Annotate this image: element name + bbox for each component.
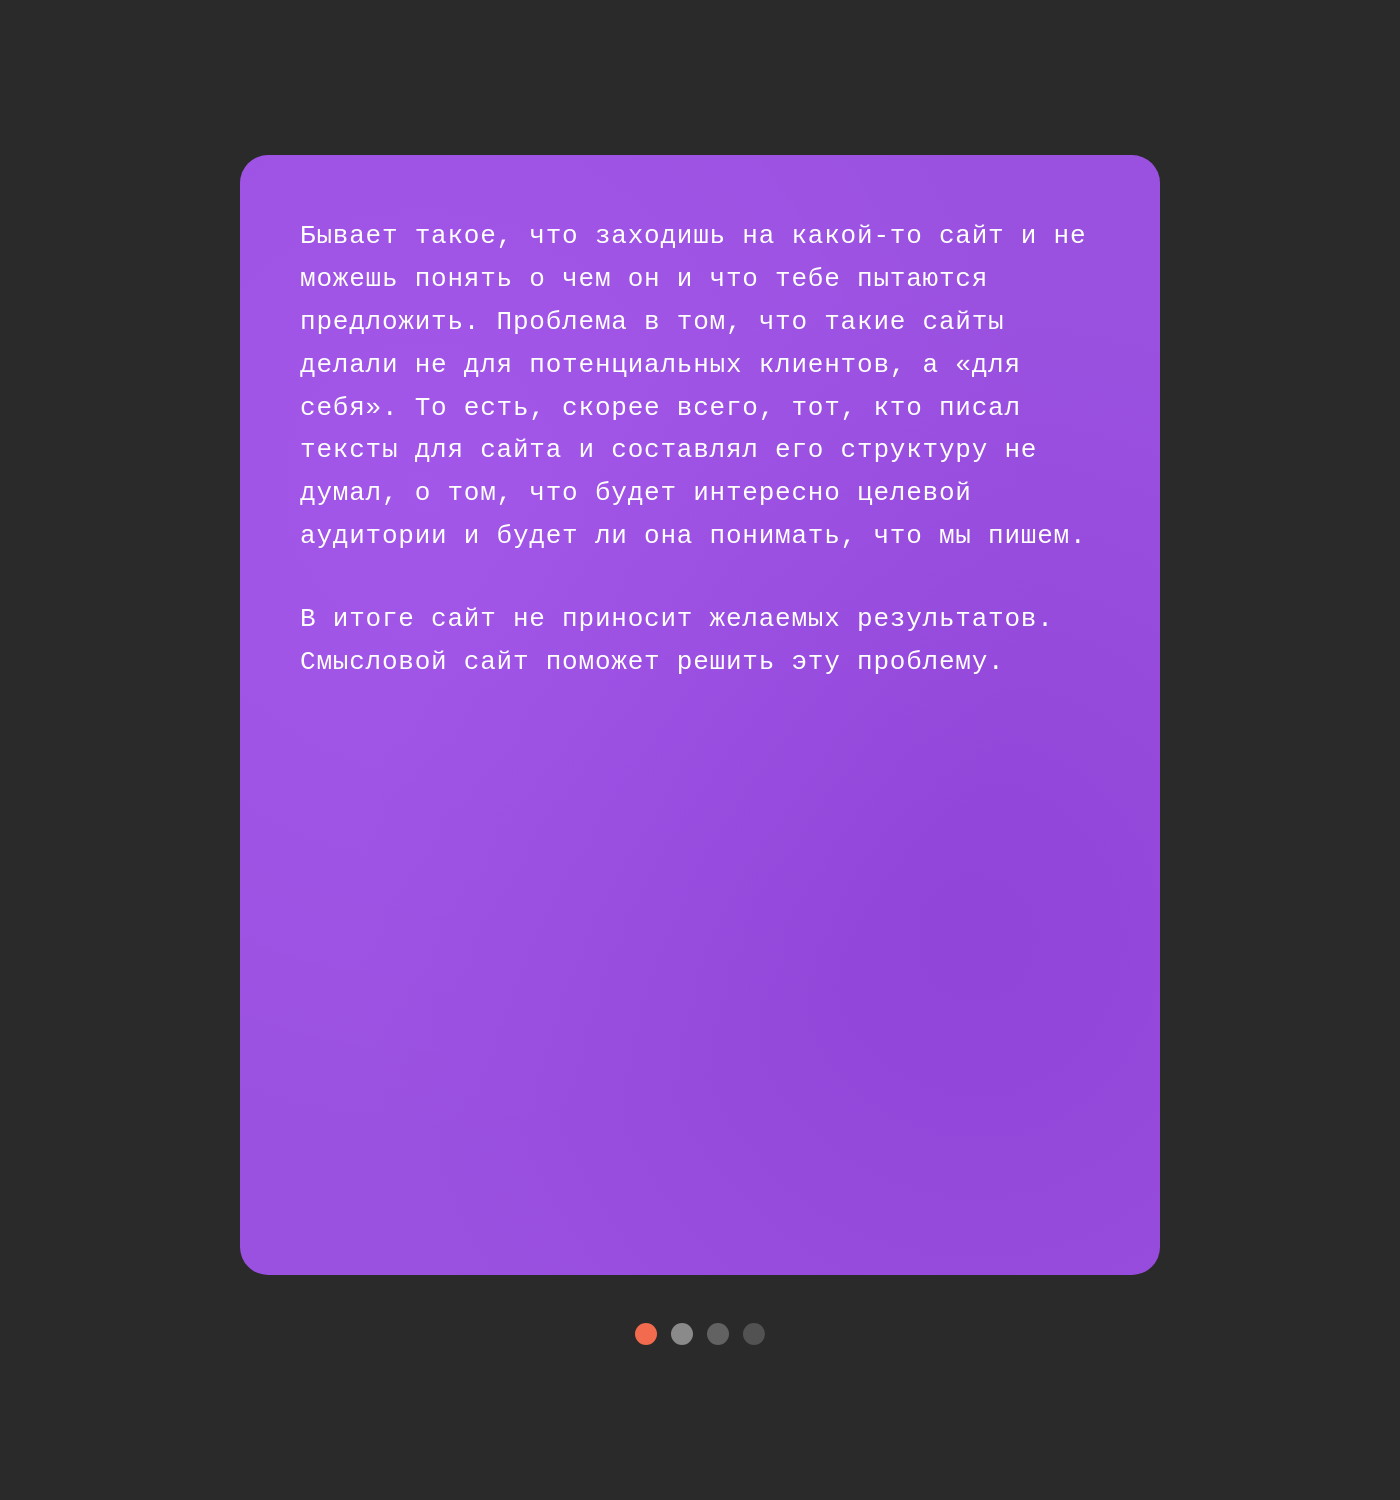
dot-4[interactable]: [743, 1323, 765, 1345]
dot-3[interactable]: [707, 1323, 729, 1345]
dot-2[interactable]: [671, 1323, 693, 1345]
slide-content: Бывает такое, что заходишь на какой-то с…: [300, 215, 1100, 684]
paragraph-1: Бывает такое, что заходишь на какой-то с…: [300, 215, 1100, 558]
slide-card: Бывает такое, что заходишь на какой-то с…: [240, 155, 1160, 1275]
paragraph-2: В итоге сайт не приносит желаемых резуль…: [300, 598, 1100, 684]
dot-1[interactable]: [635, 1323, 657, 1345]
pagination-dots: [635, 1323, 765, 1345]
